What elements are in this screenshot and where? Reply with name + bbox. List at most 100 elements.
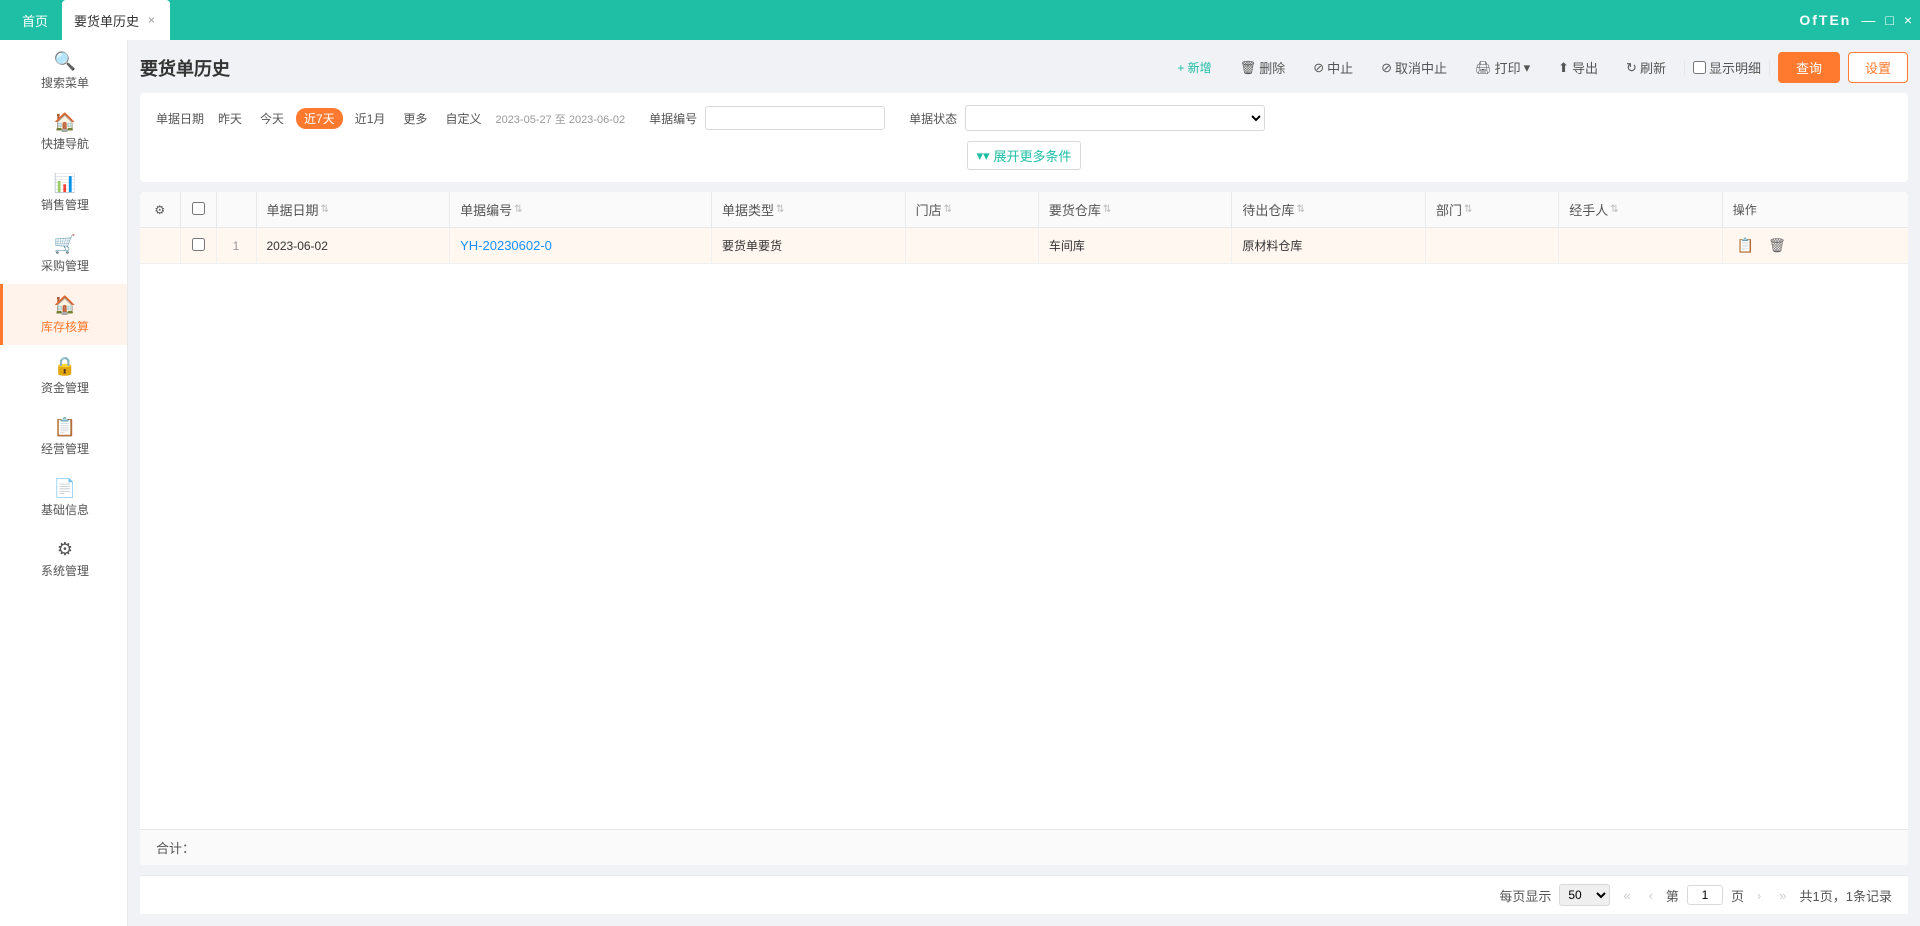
per-page-label: 每页显示 <box>1499 886 1551 905</box>
sidebar-item-system[interactable]: ⚙ 系统管理 <box>0 528 127 589</box>
first-page-button[interactable]: « <box>1618 886 1635 905</box>
col-handler[interactable]: 经手人 ⇅ <box>1559 192 1722 228</box>
sales-icon: 📊 <box>54 174 76 192</box>
cancel-stop-icon: ⊘ <box>1381 60 1392 76</box>
sort-department-icon: ⇅ <box>1464 204 1472 215</box>
sidebar-label-finance: 资金管理 <box>41 379 89 396</box>
purchase-icon: 🛒 <box>54 235 76 253</box>
window-maximize-icon[interactable]: □ <box>1885 12 1893 28</box>
sidebar-item-finance[interactable]: 🔒 资金管理 <box>0 345 127 406</box>
sidebar-label-basic-info: 基础信息 <box>41 501 89 518</box>
settings-button[interactable]: 设置 <box>1848 52 1908 83</box>
tab-home[interactable]: 首页 <box>8 0 62 40</box>
toolbar-divider2 <box>1769 60 1770 76</box>
search-icon: 🔍 <box>54 52 76 70</box>
window-minimize-icon[interactable]: — <box>1861 12 1875 28</box>
sort-docno-icon: ⇅ <box>514 204 522 215</box>
row-checkbox[interactable] <box>192 238 205 251</box>
row-num-cell: 1 <box>216 228 256 264</box>
row-store-cell <box>905 228 1038 264</box>
row-settings-cell <box>140 228 180 264</box>
display-detail-checkbox-label[interactable]: 显示明细 <box>1693 58 1761 77</box>
delete-button[interactable]: 🗑 删除 <box>1230 53 1296 82</box>
filter-row-1: 单据日期 昨天 今天 近7天 近1月 更多 自定义 2023-05-27 至 2… <box>156 105 1892 131</box>
refresh-button[interactable]: ↻ 刷新 <box>1616 53 1676 82</box>
print-button[interactable]: 🖨 打印 ▾ <box>1465 53 1540 82</box>
doc-link[interactable]: YH-20230602-0 <box>460 238 552 253</box>
shortcut-more[interactable]: 更多 <box>397 108 433 129</box>
next-page-button[interactable]: › <box>1752 886 1766 905</box>
prev-page-button[interactable]: ‹ <box>1644 886 1658 905</box>
col-action: 操作 <box>1722 192 1908 228</box>
date-filter-label: 单据日期 <box>156 110 204 127</box>
add-button[interactable]: + 新增 <box>1167 54 1221 81</box>
expand-filter-button[interactable]: ▾▾ 展开更多条件 <box>967 141 1080 170</box>
table-area: ⚙ 单据日期 ⇅ <box>140 192 1908 865</box>
col-date[interactable]: 单据日期 ⇅ <box>256 192 450 228</box>
table-footer-summary: 合计： <box>140 829 1908 865</box>
brand-text: OfTEn <box>1799 12 1851 28</box>
system-icon: ⚙ <box>57 540 73 558</box>
per-page-select[interactable]: 50 10 20 100 <box>1559 884 1610 906</box>
sidebar-label-quick-nav: 快捷导航 <box>41 135 89 152</box>
expand-icon: ▾▾ <box>976 148 989 164</box>
top-bar: 首页 要货单历史 × OfTEn — □ × <box>0 0 1920 40</box>
col-pending-warehouse[interactable]: 待出仓库 ⇅ <box>1232 192 1426 228</box>
page-jump-label: 第 <box>1666 886 1679 905</box>
stop-button[interactable]: ⊘ 中止 <box>1303 53 1363 82</box>
sidebar-item-sales[interactable]: 📊 销售管理 <box>0 162 127 223</box>
shortcut-7days[interactable]: 近7天 <box>296 108 343 129</box>
basic-info-icon: 📄 <box>54 479 76 497</box>
shortcut-custom[interactable]: 自定义 <box>439 108 487 129</box>
col-docno[interactable]: 单据编号 ⇅ <box>450 192 712 228</box>
sidebar-item-basic-info[interactable]: 📄 基础信息 <box>0 467 127 528</box>
expand-row: ▾▾ 展开更多条件 <box>156 141 1892 170</box>
export-button[interactable]: ⬆ 导出 <box>1548 53 1608 82</box>
sort-handler-icon: ⇅ <box>1610 204 1618 215</box>
row-edit-icon[interactable]: 📋 <box>1733 235 1758 256</box>
finance-icon: 🔒 <box>54 357 76 375</box>
col-doctype[interactable]: 单据类型 ⇅ <box>711 192 905 228</box>
window-close-icon[interactable]: × <box>1904 12 1912 28</box>
row-checkbox-cell <box>180 228 216 264</box>
pagination-bar: 每页显示 50 10 20 100 « ‹ 第 页 › » 共1页，1条记录 <box>140 875 1908 914</box>
sort-pending-warehouse-icon: ⇅ <box>1296 204 1304 215</box>
page-title: 要货单历史 <box>140 55 230 81</box>
print-icon: 🖨 <box>1475 60 1492 76</box>
data-table: ⚙ 单据日期 ⇅ <box>140 192 1908 264</box>
row-department-cell <box>1426 228 1559 264</box>
inventory-icon: 🏠 <box>54 296 76 314</box>
sidebar-item-search-menu[interactable]: 🔍 搜索菜单 <box>0 40 127 101</box>
col-checkbox <box>180 192 216 228</box>
row-delete-icon[interactable]: 🗑 <box>1764 235 1790 256</box>
page-input[interactable] <box>1687 885 1723 905</box>
content-area: 要货单历史 + 新增 🗑 删除 ⊘ 中止 ⊘ 取消中止 🖨 打印 <box>128 40 1920 926</box>
docno-input[interactable] <box>705 106 885 130</box>
shortcut-yesterday[interactable]: 昨天 <box>212 108 248 129</box>
export-icon: ⬆ <box>1558 60 1569 76</box>
table-container: ⚙ 单据日期 ⇅ <box>140 192 1908 829</box>
sidebar-item-inventory[interactable]: 🏠 库存核算 <box>0 284 127 345</box>
col-department[interactable]: 部门 ⇅ <box>1426 192 1559 228</box>
col-store[interactable]: 门店 ⇅ <box>905 192 1038 228</box>
select-all-checkbox[interactable] <box>192 202 205 215</box>
last-page-button[interactable]: » <box>1774 886 1791 905</box>
page-label: 页 <box>1731 886 1744 905</box>
tab-requisition-history[interactable]: 要货单历史 × <box>62 0 170 40</box>
shortcut-today[interactable]: 今天 <box>254 108 290 129</box>
sidebar-item-quick-nav[interactable]: 🏠 快捷导航 <box>0 101 127 162</box>
cancel-stop-button[interactable]: ⊘ 取消中止 <box>1371 53 1457 82</box>
row-req-warehouse-cell: 车间库 <box>1038 228 1232 264</box>
sidebar-item-operations[interactable]: 📋 经营管理 <box>0 406 127 467</box>
row-handler-cell <box>1559 228 1722 264</box>
col-settings[interactable]: ⚙ <box>140 192 180 228</box>
col-num <box>216 192 256 228</box>
tab-close-icon[interactable]: × <box>145 11 158 29</box>
row-docno-cell[interactable]: YH-20230602-0 <box>450 228 712 264</box>
query-button[interactable]: 查询 <box>1778 52 1840 83</box>
display-detail-checkbox[interactable] <box>1693 61 1706 74</box>
shortcut-1month[interactable]: 近1月 <box>349 108 392 129</box>
sidebar-item-purchase[interactable]: 🛒 采购管理 <box>0 223 127 284</box>
status-select[interactable] <box>965 105 1265 131</box>
col-req-warehouse[interactable]: 要货仓库 ⇅ <box>1038 192 1232 228</box>
